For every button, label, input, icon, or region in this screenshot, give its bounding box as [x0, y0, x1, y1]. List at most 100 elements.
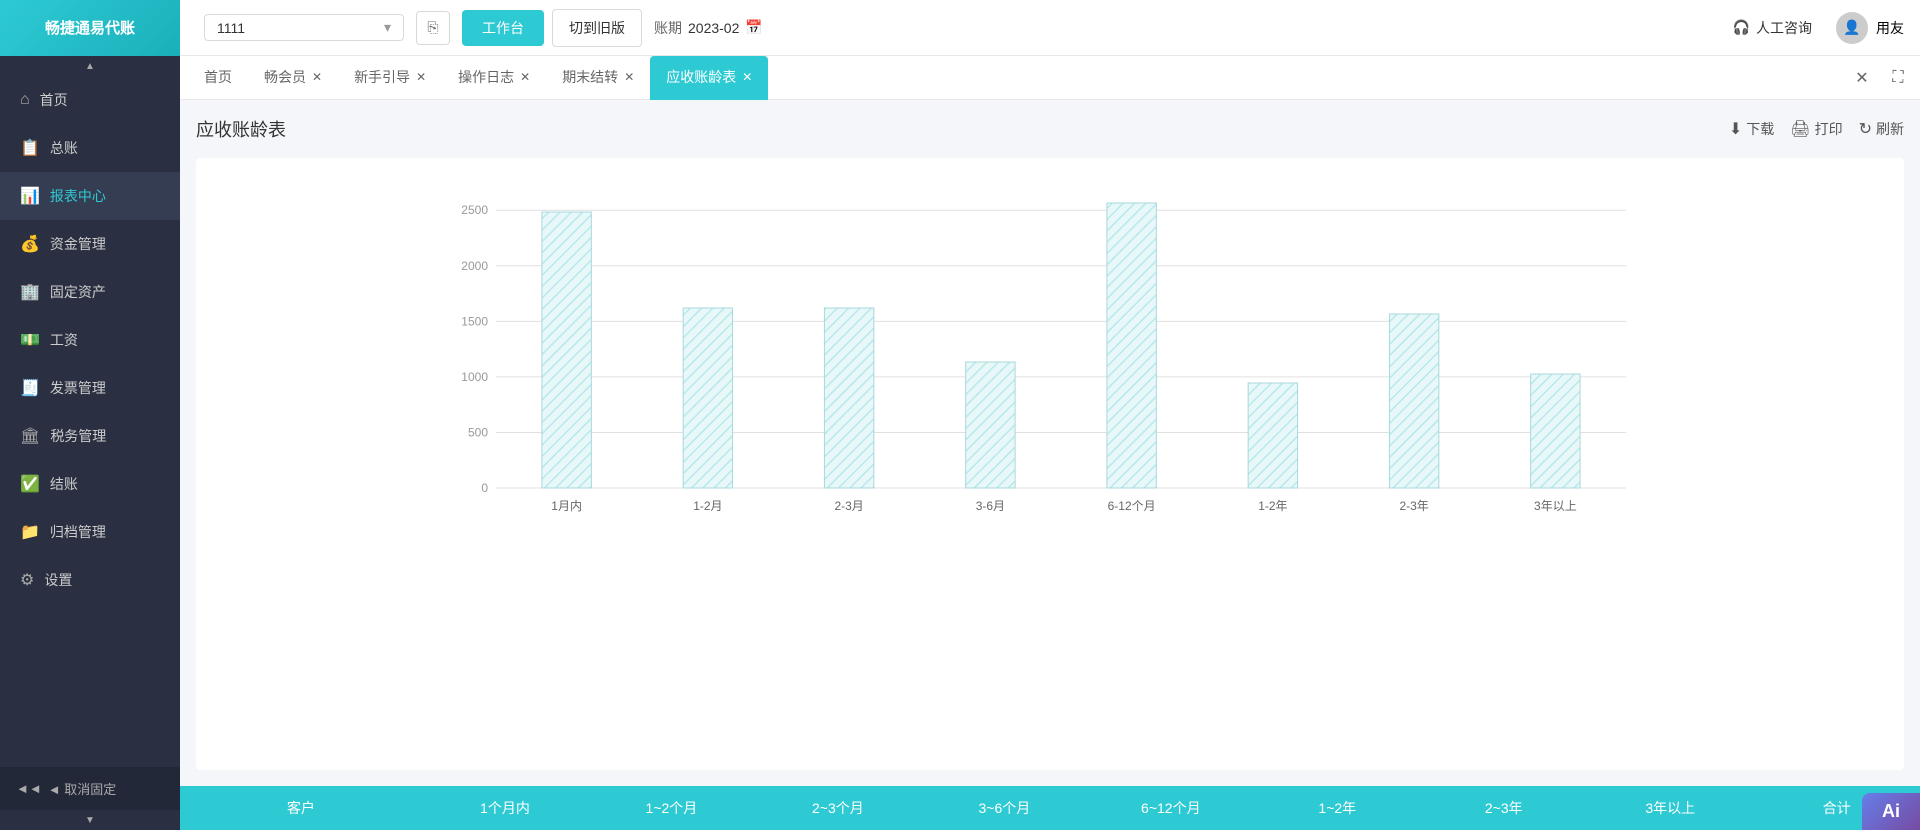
sidebar-label-closing: 结账: [50, 474, 78, 494]
tab-closing[interactable]: 期末结转 ✕: [546, 56, 650, 100]
copy-icon: ⎘: [427, 19, 438, 36]
print-label: 打印: [1815, 119, 1843, 139]
ledger-icon: 📋: [20, 138, 40, 158]
refresh-button[interactable]: ↻ 刷新: [1859, 119, 1904, 139]
tab-aging[interactable]: 应收账龄表✕: [650, 56, 768, 100]
tab-close-closing[interactable]: ✕: [624, 70, 634, 84]
sidebar-item-assets[interactable]: 🏢 固定资产: [0, 268, 180, 316]
page-header: 应收账龄表 ⬇ 下载 🖨 打印 ↻ 刷新: [196, 116, 1904, 142]
calendar-icon[interactable]: 📅: [745, 19, 762, 36]
main-layout: ▲ ⌂ 首页 📋 总账 📊 报表中心 💰 资金管理 🏢 固定资产 💵 工资 🧾 …: [0, 56, 1920, 830]
sidebar-pin-toggle[interactable]: ◄◄ ◄ 取消固定: [0, 767, 180, 810]
svg-text:1月内: 1月内: [551, 499, 582, 513]
sidebar-label-ledger: 总账: [50, 138, 78, 158]
print-icon: 🖨: [1790, 119, 1810, 139]
logo-area: 畅捷通易代账: [0, 0, 180, 56]
svg-text:3年以上: 3年以上: [1534, 499, 1577, 513]
download-icon: ⬇: [1729, 119, 1742, 139]
sidebar-label-salary: 工资: [50, 330, 78, 350]
sidebar-item-finance[interactable]: 💰 资金管理: [0, 220, 180, 268]
tab-oplog[interactable]: 操作日志✕: [442, 56, 546, 100]
sidebar-scroll-down[interactable]: ▼: [0, 810, 180, 830]
tabs-container: 首页畅会员✕新手引导✕操作日志✕期末结转✕应收账龄表✕: [188, 56, 768, 100]
tab-close-member[interactable]: ✕: [312, 70, 322, 84]
tab-home[interactable]: 首页: [188, 56, 248, 100]
sidebar-label-tax: 税务管理: [50, 426, 106, 446]
table-header: 客户1个月内1~2个月2~3个月3~6个月6~12个月1~2年2~3年3年以上合…: [180, 786, 1920, 830]
tab-close-aging[interactable]: ✕: [742, 70, 752, 84]
tab-close-oplog[interactable]: ✕: [520, 70, 530, 84]
headset-icon: 🎧: [1733, 19, 1750, 36]
svg-text:6-12个月: 6-12个月: [1108, 499, 1156, 513]
logo-text: 畅捷通易代账: [45, 17, 135, 38]
period-label: 账期: [654, 18, 682, 38]
consult-label: 人工咨询: [1756, 18, 1812, 38]
svg-text:2500: 2500: [461, 203, 488, 217]
tab-guide[interactable]: 新手引导✕: [338, 56, 442, 100]
tabs-bar: 首页畅会员✕新手引导✕操作日志✕期末结转✕应收账龄表✕ ✕ ⛶: [180, 56, 1920, 100]
finance-icon: 💰: [20, 234, 40, 254]
expand-tabs-button[interactable]: ⛶: [1884, 64, 1912, 92]
sidebar-label-reports: 报表中心: [50, 186, 106, 206]
table-header-1~2个月: 1~2个月: [588, 798, 754, 818]
sidebar-scroll-up[interactable]: ▲: [0, 56, 180, 76]
sidebar-item-home[interactable]: ⌂ 首页: [0, 76, 180, 124]
download-label: 下载: [1746, 119, 1774, 139]
sidebar-item-salary[interactable]: 💵 工资: [0, 316, 180, 364]
sidebar-label-finance: 资金管理: [50, 234, 106, 254]
sidebar-item-invoice[interactable]: 🧾 发票管理: [0, 364, 180, 412]
period-area: 账期 2023-02 📅: [654, 18, 763, 38]
svg-text:2-3年: 2-3年: [1399, 499, 1428, 513]
print-button[interactable]: 🖨 打印: [1790, 119, 1842, 139]
user-area[interactable]: 👤 用友: [1836, 12, 1904, 44]
copy-icon-button[interactable]: ⎘: [416, 11, 450, 45]
sidebar-item-settings[interactable]: ⚙ 设置: [0, 556, 180, 604]
svg-text:1-2月: 1-2月: [693, 499, 722, 513]
avatar: 👤: [1836, 12, 1868, 44]
consult-button[interactable]: 🎧 人工咨询: [1733, 18, 1812, 38]
workbench-button[interactable]: 工作台: [462, 10, 544, 46]
chart-container: 050010001500200025001月内1-2月2-3月3-6月6-12个…: [196, 158, 1904, 770]
header-actions: ⬇ 下载 🖨 打印 ↻ 刷新: [1729, 119, 1904, 139]
page-title: 应收账龄表: [196, 116, 286, 142]
sidebar-items: ⌂ 首页 📋 总账 📊 报表中心 💰 资金管理 🏢 固定资产 💵 工资 🧾 发票…: [0, 76, 180, 604]
period-value: 2023-02: [688, 20, 739, 36]
sidebar-label-settings: 设置: [44, 570, 72, 590]
sidebar-label-invoice: 发票管理: [50, 378, 106, 398]
switch-version-button[interactable]: 切到旧版: [552, 9, 642, 47]
page-content: 应收账龄表 ⬇ 下载 🖨 打印 ↻ 刷新 0500100015002000250…: [180, 100, 1920, 786]
home-icon: ⌂: [20, 91, 30, 109]
archive-icon: 📁: [20, 522, 40, 542]
svg-text:1000: 1000: [461, 370, 488, 384]
content-area: 首页畅会员✕新手引导✕操作日志✕期末结转✕应收账龄表✕ ✕ ⛶ 应收账龄表 ⬇ …: [180, 56, 1920, 830]
svg-text:500: 500: [468, 425, 488, 439]
sidebar-item-closing[interactable]: ✅ 结账: [0, 460, 180, 508]
sidebar-item-tax[interactable]: 🏛 税务管理: [0, 412, 180, 460]
pin-label: ◄ 取消固定: [48, 779, 116, 798]
pin-icon: ◄◄: [16, 781, 42, 796]
assets-icon: 🏢: [20, 282, 40, 302]
svg-text:2000: 2000: [461, 259, 488, 273]
sidebar-item-archive[interactable]: 📁 归档管理: [0, 508, 180, 556]
table-header-6~12个月: 6~12个月: [1088, 798, 1254, 818]
svg-text:2-3月: 2-3月: [834, 499, 863, 513]
sidebar-label-home: 首页: [40, 90, 68, 110]
chevron-down-icon: ▾: [384, 19, 391, 36]
tab-member[interactable]: 畅会员✕: [248, 56, 338, 100]
table-header-3年以上: 3年以上: [1587, 798, 1753, 818]
sidebar-item-ledger[interactable]: 📋 总账: [0, 124, 180, 172]
table-header-1~2年: 1~2年: [1254, 798, 1420, 818]
sidebar-item-reports[interactable]: 📊 报表中心: [0, 172, 180, 220]
sidebar-label-archive: 归档管理: [50, 522, 106, 542]
right-actions: 🎧 人工咨询 👤 用友: [1733, 12, 1904, 44]
close-all-tabs-button[interactable]: ✕: [1848, 64, 1876, 92]
table-header-2~3年: 2~3年: [1421, 798, 1587, 818]
tab-label-closing: 期末结转: [562, 67, 618, 87]
tab-close-guide[interactable]: ✕: [416, 70, 426, 84]
refresh-label: 刷新: [1876, 119, 1904, 139]
ai-float-button[interactable]: Ai: [1862, 793, 1920, 830]
download-button[interactable]: ⬇ 下载: [1729, 119, 1774, 139]
table-header-3~6个月: 3~6个月: [921, 798, 1087, 818]
company-selector[interactable]: 1111 ▾: [204, 14, 404, 41]
sidebar: ▲ ⌂ 首页 📋 总账 📊 报表中心 💰 资金管理 🏢 固定资产 💵 工资 🧾 …: [0, 56, 180, 830]
